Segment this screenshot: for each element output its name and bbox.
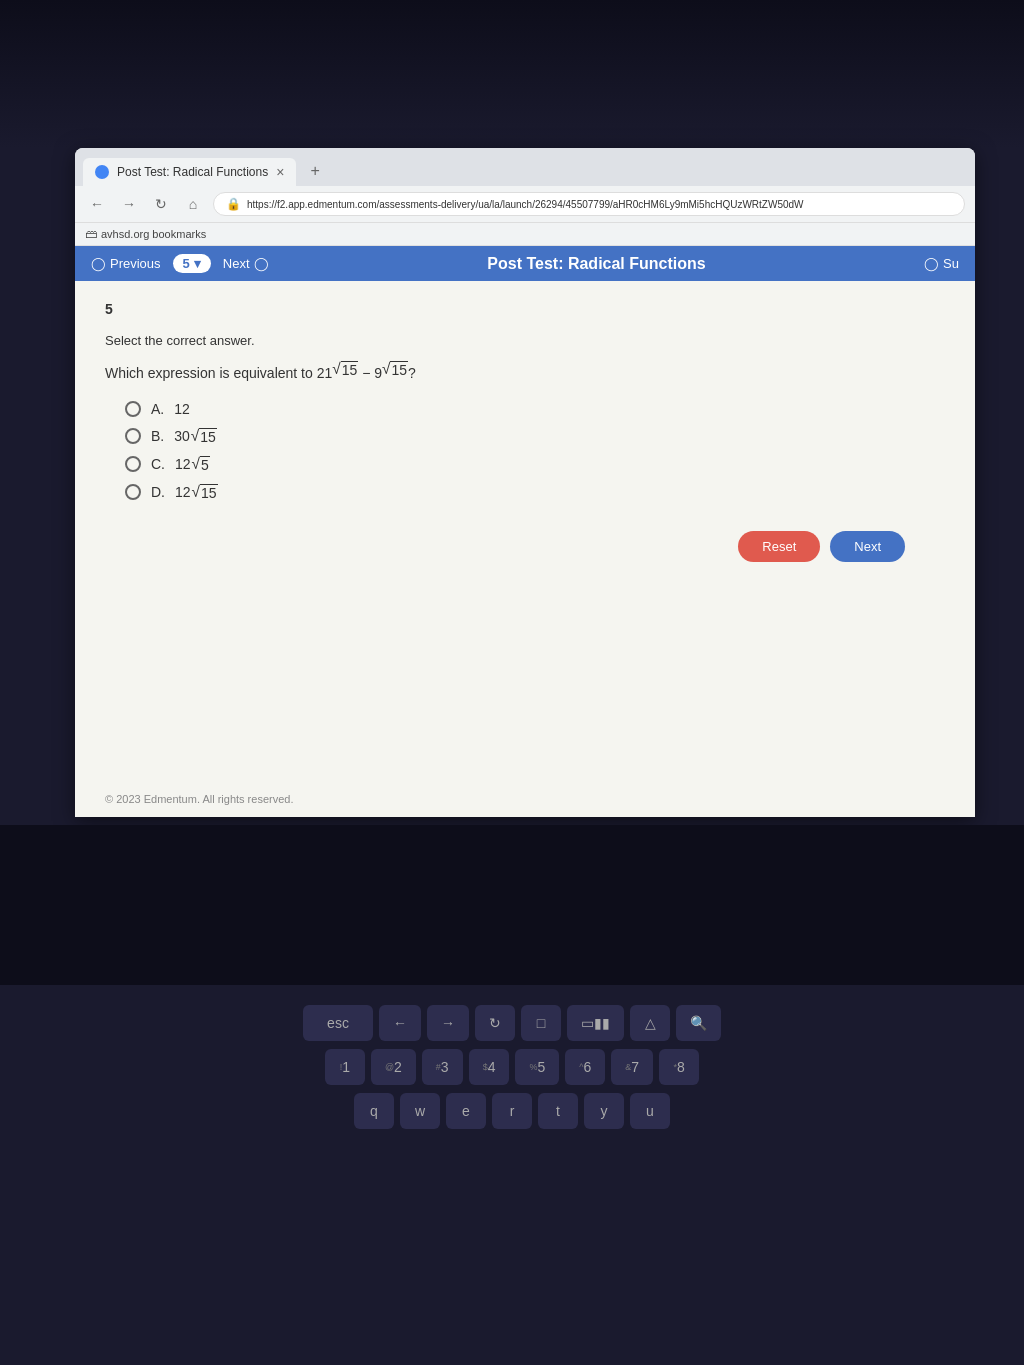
chevron-down-icon: ▾: [194, 256, 201, 271]
key-7[interactable]: &7: [611, 1049, 653, 1085]
option-d-text: 12√15: [175, 483, 218, 501]
reload-button[interactable]: ↻: [149, 192, 173, 216]
content-area: 5 Select the correct answer. Which expre…: [75, 281, 975, 781]
key-2[interactable]: @2: [371, 1049, 416, 1085]
key-t[interactable]: t: [538, 1093, 578, 1129]
key-back[interactable]: ←: [379, 1005, 421, 1041]
bookmarks-bar: 🗃 avhsd.org bookmarks: [75, 223, 975, 246]
option-b-letter: B.: [151, 428, 164, 444]
keyboard-number-row: !1 @2 #3 $4 %5 ^6 &7 *8: [10, 1049, 1014, 1085]
radio-d[interactable]: [125, 484, 141, 500]
key-refresh[interactable]: ↻: [475, 1005, 515, 1041]
key-u[interactable]: u: [630, 1093, 670, 1129]
option-d[interactable]: D. 12√15: [125, 483, 945, 501]
home-button[interactable]: ⌂: [181, 192, 205, 216]
key-6[interactable]: ^6: [565, 1049, 605, 1085]
bottom-dark-area: esc ← → ↻ □ ▭▮▮ △ 🔍 !1 @2 #3 $4 %5 ^6 &7…: [0, 825, 1024, 1365]
option-c-letter: C.: [151, 456, 165, 472]
submit-icon: ◯: [924, 256, 939, 271]
bookmarks-label[interactable]: avhsd.org bookmarks: [101, 228, 206, 240]
tab-title: Post Test: Radical Functions: [117, 165, 268, 179]
key-fullscreen[interactable]: □: [521, 1005, 561, 1041]
option-b[interactable]: B. 30√15: [125, 427, 945, 445]
option-a-letter: A.: [151, 401, 164, 417]
footer: © 2023 Edmentum. All rights reserved.: [75, 781, 975, 817]
key-windows[interactable]: ▭▮▮: [567, 1005, 624, 1041]
radio-c[interactable]: [125, 456, 141, 472]
next-icon: ◯: [254, 256, 269, 271]
next-link[interactable]: Next ◯: [223, 256, 269, 271]
radio-b[interactable]: [125, 428, 141, 444]
back-button[interactable]: ←: [85, 192, 109, 216]
key-brightness-down[interactable]: △: [630, 1005, 670, 1041]
key-w[interactable]: w: [400, 1093, 440, 1129]
key-esc[interactable]: esc: [303, 1005, 373, 1041]
copyright-text: © 2023 Edmentum. All rights reserved.: [105, 793, 293, 805]
option-a-text: 12: [174, 401, 190, 417]
keyboard-row-q: q w e r t y u: [10, 1093, 1014, 1129]
address-bar: ← → ↻ ⌂ 🔒 https://f2.app.edmentum.com/as…: [75, 186, 975, 223]
forward-button[interactable]: →: [117, 192, 141, 216]
key-8[interactable]: *8: [659, 1049, 699, 1085]
previous-label: Previous: [110, 256, 161, 271]
question-number: 5: [183, 256, 190, 271]
option-d-letter: D.: [151, 484, 165, 500]
instruction-text: Select the correct answer.: [105, 333, 945, 348]
option-c-text: 12√5: [175, 455, 210, 473]
url-bar[interactable]: 🔒 https://f2.app.edmentum.com/assessment…: [213, 192, 965, 216]
radio-a[interactable]: [125, 401, 141, 417]
key-search[interactable]: 🔍: [676, 1005, 721, 1041]
option-b-text: 30√15: [174, 427, 217, 445]
key-e[interactable]: e: [446, 1093, 486, 1129]
active-tab[interactable]: Post Test: Radical Functions ×: [83, 158, 296, 186]
browser-window: Post Test: Radical Functions × + ← → ↻ ⌂…: [75, 148, 975, 817]
tab-bar: Post Test: Radical Functions × +: [75, 148, 975, 186]
submit-button[interactable]: ◯ Su: [924, 256, 959, 271]
tab-favicon: [95, 165, 109, 179]
question-number-label: 5: [105, 301, 945, 317]
key-1[interactable]: !1: [325, 1049, 365, 1085]
key-5[interactable]: %5: [515, 1049, 559, 1085]
next-button[interactable]: Next: [830, 531, 905, 562]
next-label: Next: [223, 256, 250, 271]
previous-icon: ◯: [91, 256, 106, 271]
key-4[interactable]: $4: [469, 1049, 510, 1085]
key-3[interactable]: #3: [422, 1049, 463, 1085]
page-title: Post Test: Radical Functions: [281, 255, 913, 273]
question-number-badge[interactable]: 5 ▾: [173, 254, 211, 273]
option-c[interactable]: C. 12√5: [125, 455, 945, 473]
question-text: Which expression is equivalent to 21√15 …: [105, 360, 945, 381]
lock-icon: 🔒: [226, 197, 241, 211]
submit-label: Su: [943, 256, 959, 271]
reset-button[interactable]: Reset: [738, 531, 820, 562]
key-y[interactable]: y: [584, 1093, 624, 1129]
option-a[interactable]: A. 12: [125, 401, 945, 417]
app-header-bar: ◯ Previous 5 ▾ Next ◯ Post Test: Radical…: [75, 246, 975, 281]
keyboard-function-row: esc ← → ↻ □ ▭▮▮ △ 🔍: [10, 1005, 1014, 1041]
action-buttons: Reset Next: [105, 531, 945, 562]
bookmark-icon: 🗃: [85, 227, 97, 241]
url-text: https://f2.app.edmentum.com/assessments-…: [247, 199, 804, 210]
new-tab-button[interactable]: +: [300, 156, 329, 186]
key-forward[interactable]: →: [427, 1005, 469, 1041]
answer-options: A. 12 B. 30√15 C. 12√5 D. 12√15: [125, 401, 945, 501]
tab-close-button[interactable]: ×: [276, 164, 284, 180]
keyboard: esc ← → ↻ □ ▭▮▮ △ 🔍 !1 @2 #3 $4 %5 ^6 &7…: [0, 985, 1024, 1365]
key-r[interactable]: r: [492, 1093, 532, 1129]
previous-button[interactable]: ◯ Previous: [91, 256, 161, 271]
key-q[interactable]: q: [354, 1093, 394, 1129]
